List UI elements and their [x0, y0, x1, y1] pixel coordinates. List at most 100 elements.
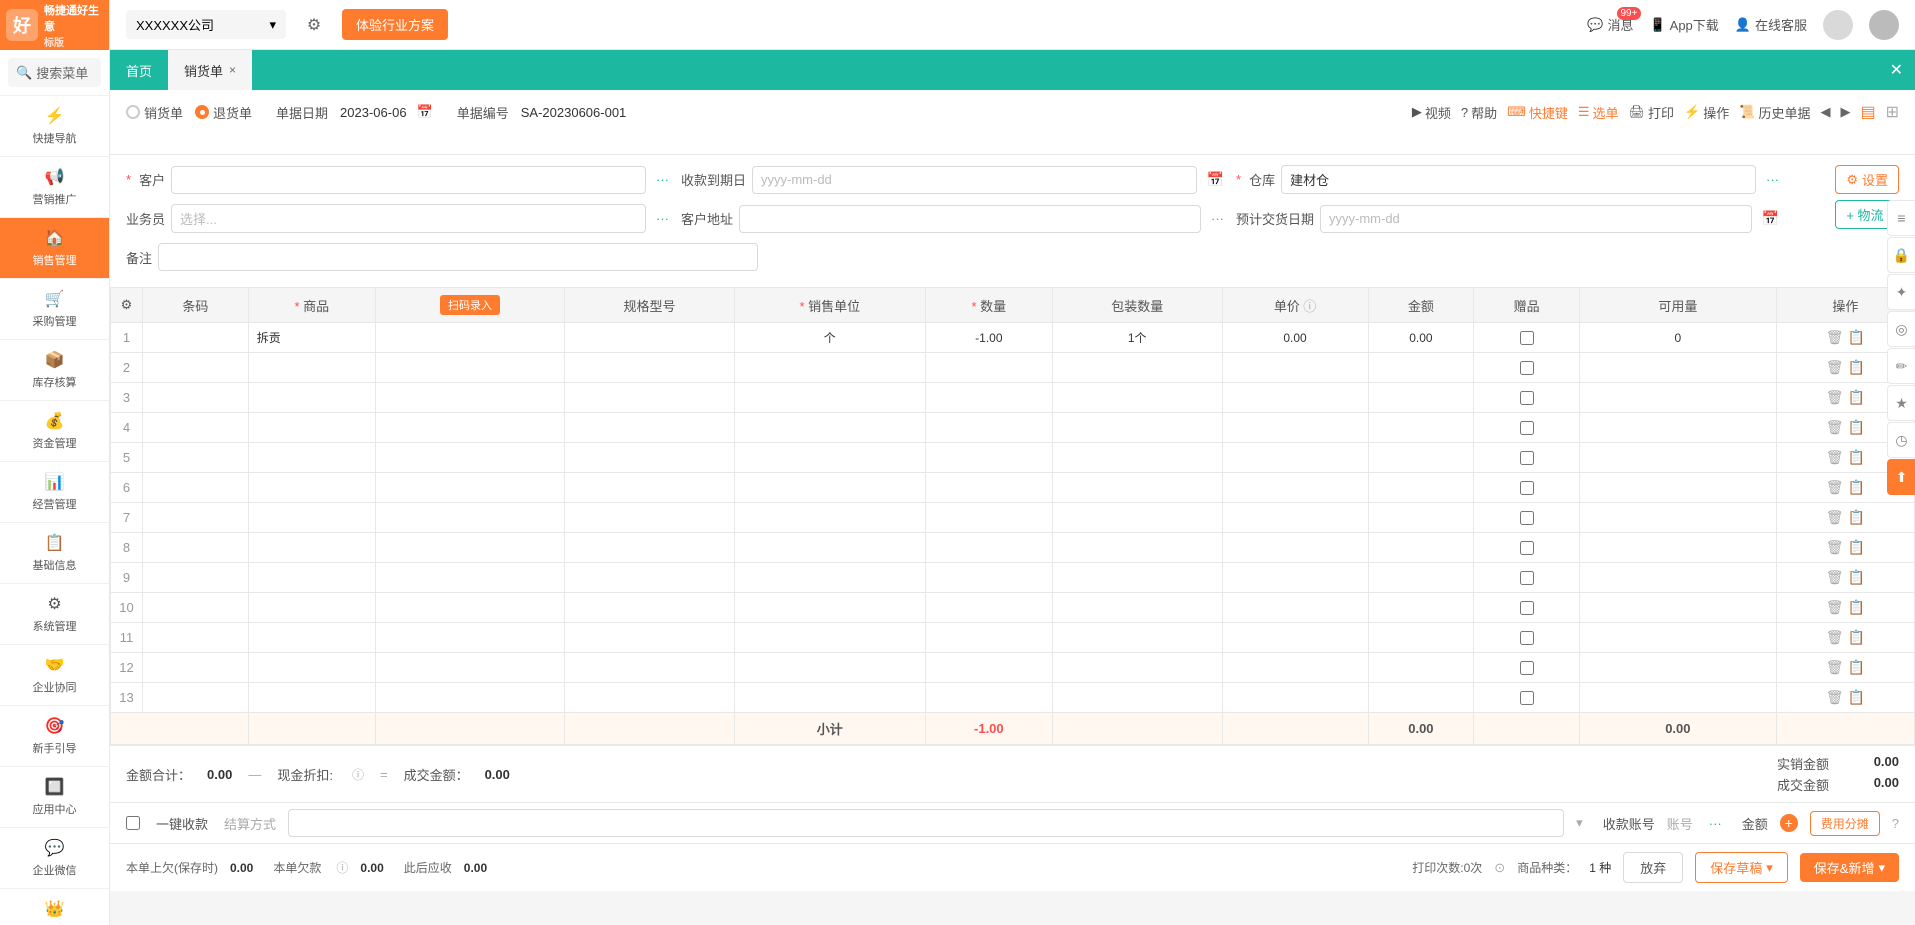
online-service-button[interactable]: 👤 在线客服 [1735, 15, 1807, 34]
cell-gift-4[interactable] [1474, 413, 1580, 443]
add-payment-button[interactable]: + [1780, 814, 1798, 832]
cell-barcode-12[interactable] [143, 653, 249, 683]
float-bookmark-icon[interactable]: ★ [1887, 385, 1915, 421]
cell-amount-11[interactable] [1368, 623, 1474, 653]
discount-info-icon[interactable]: ⓘ [352, 766, 364, 783]
tab-close-all-icon[interactable]: ✕ [1890, 62, 1903, 79]
cell-product-12[interactable] [248, 653, 375, 683]
cell-product-11[interactable] [248, 623, 375, 653]
cell-unit-price-13[interactable] [1222, 683, 1368, 713]
cell-gift-13[interactable] [1474, 683, 1580, 713]
fee-split-help-icon[interactable]: ? [1892, 816, 1899, 831]
cell-spec-7[interactable] [565, 503, 735, 533]
cell-spec-1[interactable] [565, 323, 735, 353]
cell-spec-9[interactable] [565, 563, 735, 593]
remarks-input[interactable] [158, 243, 758, 271]
cell-spec-5[interactable] [565, 443, 735, 473]
gift-checkbox-4[interactable] [1520, 421, 1534, 435]
cell-unit-2[interactable] [734, 353, 925, 383]
radio-return-order[interactable]: 退货单 [195, 103, 252, 122]
cell-gift-10[interactable] [1474, 593, 1580, 623]
cell-qty-12[interactable] [925, 653, 1052, 683]
cell-pack-qty-1[interactable]: 1个 [1052, 323, 1222, 353]
cell-product-8[interactable] [248, 533, 375, 563]
cell-spec-3[interactable] [565, 383, 735, 413]
delete-row-icon-1[interactable]: 🗑 [1826, 329, 1844, 346]
copy-row-icon-1[interactable]: 📋 [1848, 329, 1865, 346]
cell-barcode-10[interactable] [143, 593, 249, 623]
cell-amount-12[interactable] [1368, 653, 1474, 683]
float-star-icon[interactable]: ✦ [1887, 274, 1915, 310]
abandon-button[interactable]: 放弃 [1623, 852, 1683, 883]
gift-checkbox-2[interactable] [1520, 361, 1534, 375]
avatar[interactable] [1823, 10, 1853, 40]
cell-gift-9[interactable] [1474, 563, 1580, 593]
settings-button[interactable]: ⚙ [298, 9, 330, 41]
cell-qty-1[interactable]: -1.00 [925, 323, 1052, 353]
copy-row-icon-3[interactable]: 📋 [1848, 389, 1865, 406]
cell-unit-9[interactable] [734, 563, 925, 593]
gift-checkbox-5[interactable] [1520, 451, 1534, 465]
cell-unit-3[interactable] [734, 383, 925, 413]
expected-delivery-input[interactable]: yyyy-mm-dd [1320, 205, 1752, 233]
cell-spec-13[interactable] [565, 683, 735, 713]
cell-amount-10[interactable] [1368, 593, 1474, 623]
cell-gift-7[interactable] [1474, 503, 1580, 533]
salesperson-more-icon[interactable]: ··· [656, 211, 669, 226]
cell-unit-price-12[interactable] [1222, 653, 1368, 683]
warehouse-more-icon[interactable]: ··· [1766, 172, 1779, 187]
cell-product-6[interactable] [248, 473, 375, 503]
sidebar-item-operations[interactable]: 📊 经营管理 [0, 462, 109, 523]
cell-amount-13[interactable] [1368, 683, 1474, 713]
cell-pack-qty-3[interactable] [1052, 383, 1222, 413]
sidebar-item-quick-nav[interactable]: ⚡ 快捷导航 [0, 96, 109, 157]
list-view-icon[interactable]: ▤ [1860, 102, 1875, 122]
cell-unit-12[interactable] [734, 653, 925, 683]
delete-row-icon-5[interactable]: 🗑 [1826, 449, 1844, 466]
delete-row-icon-3[interactable]: 🗑 [1826, 389, 1844, 406]
cell-spec-12[interactable] [565, 653, 735, 683]
cell-amount-7[interactable] [1368, 503, 1474, 533]
video-btn[interactable]: ▶ 视频 [1412, 103, 1451, 122]
th-gear[interactable]: ⚙ [111, 288, 143, 323]
search-menu-button[interactable]: 🔍 搜索菜单 [8, 58, 101, 87]
cell-pack-qty-10[interactable] [1052, 593, 1222, 623]
delete-row-icon-4[interactable]: 🗑 [1826, 419, 1844, 436]
expected-delivery-calendar-icon[interactable]: 📅 [1762, 210, 1779, 227]
cell-unit-price-11[interactable] [1222, 623, 1368, 653]
cell-unit-5[interactable] [734, 443, 925, 473]
sidebar-item-wechat[interactable]: 💬 企业微信 [0, 828, 109, 889]
customer-more-icon[interactable]: ··· [656, 172, 669, 187]
cell-barcode-9[interactable] [143, 563, 249, 593]
cell-unit-6[interactable] [734, 473, 925, 503]
cell-pack-qty-6[interactable] [1052, 473, 1222, 503]
cell-qty-13[interactable] [925, 683, 1052, 713]
save-draft-dropdown-icon[interactable]: ▾ [1766, 860, 1773, 876]
cell-unit-price-4[interactable] [1222, 413, 1368, 443]
grid-view-icon[interactable]: ⊞ [1886, 102, 1899, 122]
delete-row-icon-11[interactable]: 🗑 [1826, 629, 1844, 646]
cell-product-9[interactable] [248, 563, 375, 593]
cell-unit-price-7[interactable] [1222, 503, 1368, 533]
cell-unit-price-5[interactable] [1222, 443, 1368, 473]
cell-qty-2[interactable] [925, 353, 1052, 383]
cell-unit-1[interactable]: 个 [734, 323, 925, 353]
company-selector[interactable]: XXXXXX公司 ▾ [126, 10, 286, 39]
cell-barcode-11[interactable] [143, 623, 249, 653]
customer-address-more-icon[interactable]: ··· [1211, 211, 1224, 226]
owe-info-icon[interactable]: ⓘ [336, 859, 348, 876]
radio-sales-order[interactable]: 销货单 [126, 103, 183, 122]
delete-row-icon-13[interactable]: 🗑 [1826, 689, 1844, 706]
copy-row-icon-11[interactable]: 📋 [1848, 629, 1865, 646]
price-info-icon[interactable]: ⓘ [1303, 299, 1316, 314]
copy-row-icon-2[interactable]: 📋 [1848, 359, 1865, 376]
shortcut-btn[interactable]: ⌨ 快捷键 [1507, 103, 1568, 122]
sidebar-item-purchase[interactable]: 🛒 采购管理 [0, 279, 109, 340]
gift-checkbox-7[interactable] [1520, 511, 1534, 525]
cell-pack-qty-4[interactable] [1052, 413, 1222, 443]
copy-row-icon-12[interactable]: 📋 [1848, 659, 1865, 676]
delete-row-icon-6[interactable]: 🗑 [1826, 479, 1844, 496]
cell-unit-price-2[interactable] [1222, 353, 1368, 383]
cell-barcode-6[interactable] [143, 473, 249, 503]
cell-spec-6[interactable] [565, 473, 735, 503]
